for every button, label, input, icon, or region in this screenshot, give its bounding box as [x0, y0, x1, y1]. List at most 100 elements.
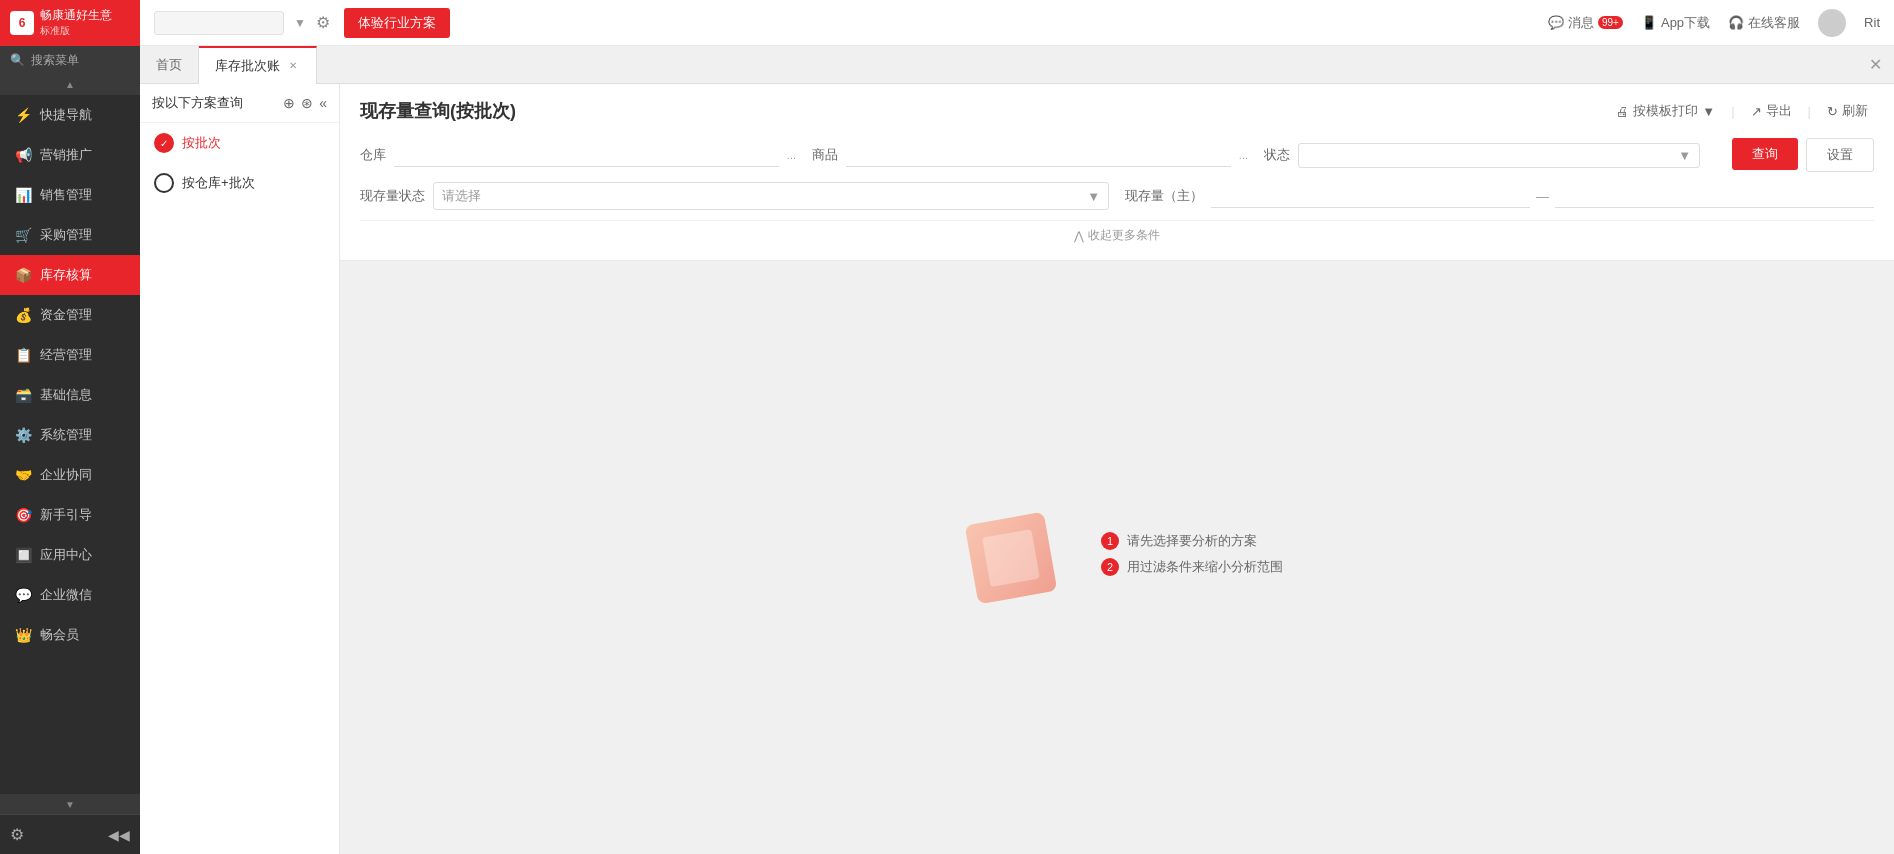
settings-scheme-icon[interactable]: ⊛ — [301, 95, 313, 111]
empty-step-2: 2 用过滤条件来缩小分析范围 — [1101, 558, 1283, 576]
sidebar-item-collab[interactable]: 🤝 企业协同 — [0, 455, 140, 495]
app-download-label: App下载 — [1661, 14, 1710, 32]
sidebar-item-app-center[interactable]: 🔲 应用中心 — [0, 535, 140, 575]
sidebar-item-wechat[interactable]: 💬 企业微信 — [0, 575, 140, 615]
sidebar-collapse-icon[interactable]: ◀◀ — [108, 827, 130, 843]
stock-status-select[interactable]: 请选择 ▼ — [433, 182, 1109, 210]
stock-qty-from-input[interactable] — [1211, 184, 1530, 208]
sidebar-item-sales[interactable]: 📊 销售管理 — [0, 175, 140, 215]
tab-close-icon[interactable]: ✕ — [286, 59, 300, 73]
sidebar-scroll-up[interactable]: ▲ — [0, 75, 140, 95]
collapse-bar[interactable]: ⋀ 收起更多条件 — [360, 220, 1874, 250]
sidebar-gear-icon[interactable]: ⚙ — [10, 825, 24, 844]
sidebar-item-finance[interactable]: 💰 资金管理 — [0, 295, 140, 335]
operations-icon: 📋 — [14, 346, 32, 364]
query-button[interactable]: 查询 — [1732, 138, 1798, 170]
print-btn[interactable]: 🖨 按模板打印 ▼ — [1610, 98, 1721, 124]
product-field-group: 商品 ... — [812, 143, 1248, 167]
scheme-active-icon: ✓ — [154, 133, 174, 153]
product-input[interactable] — [846, 143, 1231, 167]
search-icon: 🔍 — [10, 53, 25, 67]
filter-panel-actions: ⊕ ⊛ « — [283, 95, 327, 111]
experience-btn[interactable]: 体验行业方案 — [344, 8, 450, 38]
sidebar-scroll-down[interactable]: ▼ — [0, 794, 140, 814]
topbar-gear-icon[interactable]: ⚙ — [316, 13, 330, 32]
sidebar-item-member[interactable]: 👑 畅会员 — [0, 615, 140, 655]
sidebar-item-marketing[interactable]: 📢 营销推广 — [0, 135, 140, 175]
status-chevron-icon: ▼ — [1678, 148, 1691, 163]
sales-icon: 📊 — [14, 186, 32, 204]
sidebar-item-system[interactable]: ⚙️ 系统管理 — [0, 415, 140, 455]
sidebar-item-inventory[interactable]: 📦 库存核算 — [0, 255, 140, 295]
service-btn[interactable]: 🎧 在线客服 — [1728, 14, 1800, 32]
export-label: 导出 — [1766, 102, 1792, 120]
panel-close-icon[interactable]: ✕ — [1869, 55, 1894, 74]
empty-text-block: 1 请先选择要分析的方案 2 用过滤条件来缩小分析范围 — [1101, 532, 1283, 584]
sidebar-item-label: 系统管理 — [40, 426, 92, 444]
main-area: ▼ ⚙ 体验行业方案 💬 消息 99+ 📱 App下载 🎧 在线客服 Rit 首… — [140, 0, 1894, 854]
sidebar-item-operations[interactable]: 📋 经营管理 — [0, 335, 140, 375]
tab-home[interactable]: 首页 — [140, 46, 199, 84]
sidebar-nav: ⚡ 快捷导航 📢 营销推广 📊 销售管理 🛒 采购管理 📦 库存核算 💰 资金管… — [0, 95, 140, 794]
page-title: 现存量查询(按批次) — [360, 99, 516, 123]
scheme-by-warehouse-batch[interactable]: 按仓库+批次 — [140, 163, 339, 203]
query-title-row: 现存量查询(按批次) 🖨 按模板打印 ▼ | ↗ 导出 | — [360, 98, 1874, 124]
sidebar-item-label: 企业协同 — [40, 466, 92, 484]
sidebar-header: 6 畅康通好生意 标准版 — [0, 0, 140, 46]
wechat-icon: 💬 — [14, 586, 32, 604]
avatar[interactable] — [1818, 9, 1846, 37]
app-download-btn[interactable]: 📱 App下载 — [1641, 14, 1710, 32]
sidebar-item-quick-nav[interactable]: ⚡ 快捷导航 — [0, 95, 140, 135]
stock-qty-label: 现存量（主） — [1125, 187, 1203, 205]
service-label: 在线客服 — [1748, 14, 1800, 32]
messages-badge: 99+ — [1598, 16, 1623, 29]
quick-nav-icon: ⚡ — [14, 106, 32, 124]
sidebar: 6 畅康通好生意 标准版 🔍 搜索菜单 ▲ ⚡ 快捷导航 📢 营销推广 📊 销售… — [0, 0, 140, 854]
message-icon: 💬 — [1548, 15, 1564, 30]
collapse-label: 收起更多条件 — [1088, 227, 1160, 244]
stock-status-chevron-icon: ▼ — [1087, 189, 1100, 204]
stock-status-label: 现存量状态 — [360, 187, 425, 205]
newbie-icon: 🎯 — [14, 506, 32, 524]
settings-button[interactable]: 设置 — [1806, 138, 1874, 172]
warehouse-input[interactable] — [394, 143, 779, 167]
warehouse-label: 仓库 — [360, 146, 386, 164]
messages-label: 消息 — [1568, 14, 1594, 32]
sidebar-item-purchase[interactable]: 🛒 采购管理 — [0, 215, 140, 255]
filter-row-1: 仓库 ... 商品 ... 状态 ▼ — [360, 138, 1874, 172]
stock-qty-field-group: 现存量（主） — — [1125, 184, 1874, 208]
status-select[interactable]: ▼ — [1298, 143, 1700, 168]
sidebar-item-label: 资金管理 — [40, 306, 92, 324]
export-btn[interactable]: ↗ 导出 — [1745, 98, 1798, 124]
filter-panel-header: 按以下方案查询 ⊕ ⊛ « — [140, 84, 339, 123]
sidebar-item-label: 经营管理 — [40, 346, 92, 364]
app-logo: 6 — [10, 11, 34, 35]
scheme-by-batch[interactable]: ✓ 按批次 — [140, 123, 339, 163]
sidebar-search[interactable]: 🔍 搜索菜单 — [0, 46, 140, 75]
refresh-btn[interactable]: ↻ 刷新 — [1821, 98, 1874, 124]
add-scheme-icon[interactable]: ⊕ — [283, 95, 295, 111]
step-1-text: 请先选择要分析的方案 — [1127, 532, 1257, 550]
topbar-chevron-icon[interactable]: ▼ — [294, 16, 306, 30]
app-center-icon: 🔲 — [14, 546, 32, 564]
topbar-search-input[interactable] — [154, 11, 284, 35]
filter-panel: 按以下方案查询 ⊕ ⊛ « ✓ 按批次 按仓库+批次 — [140, 84, 340, 854]
scheme-inactive-icon — [154, 173, 174, 193]
refresh-icon: ↻ — [1827, 104, 1838, 119]
sidebar-item-basic[interactable]: 🗃️ 基础信息 — [0, 375, 140, 415]
phone-icon: 📱 — [1641, 15, 1657, 30]
toolbar-divider: | — [1731, 104, 1734, 119]
sidebar-item-label: 库存核算 — [40, 266, 92, 284]
messages-btn[interactable]: 💬 消息 99+ — [1548, 14, 1623, 32]
scheme-label: 按以下方案查询 — [152, 94, 243, 112]
username: Rit — [1864, 15, 1880, 30]
warehouse-more[interactable]: ... — [787, 149, 796, 161]
finance-icon: 💰 — [14, 306, 32, 324]
marketing-icon: 📢 — [14, 146, 32, 164]
sidebar-item-newbie[interactable]: 🎯 新手引导 — [0, 495, 140, 535]
stock-qty-to-input[interactable] — [1555, 184, 1874, 208]
tab-inventory-batch[interactable]: 库存批次账 ✕ — [199, 46, 317, 84]
collapse-panel-icon[interactable]: « — [319, 95, 327, 111]
sidebar-item-label: 采购管理 — [40, 226, 92, 244]
product-more[interactable]: ... — [1239, 149, 1248, 161]
